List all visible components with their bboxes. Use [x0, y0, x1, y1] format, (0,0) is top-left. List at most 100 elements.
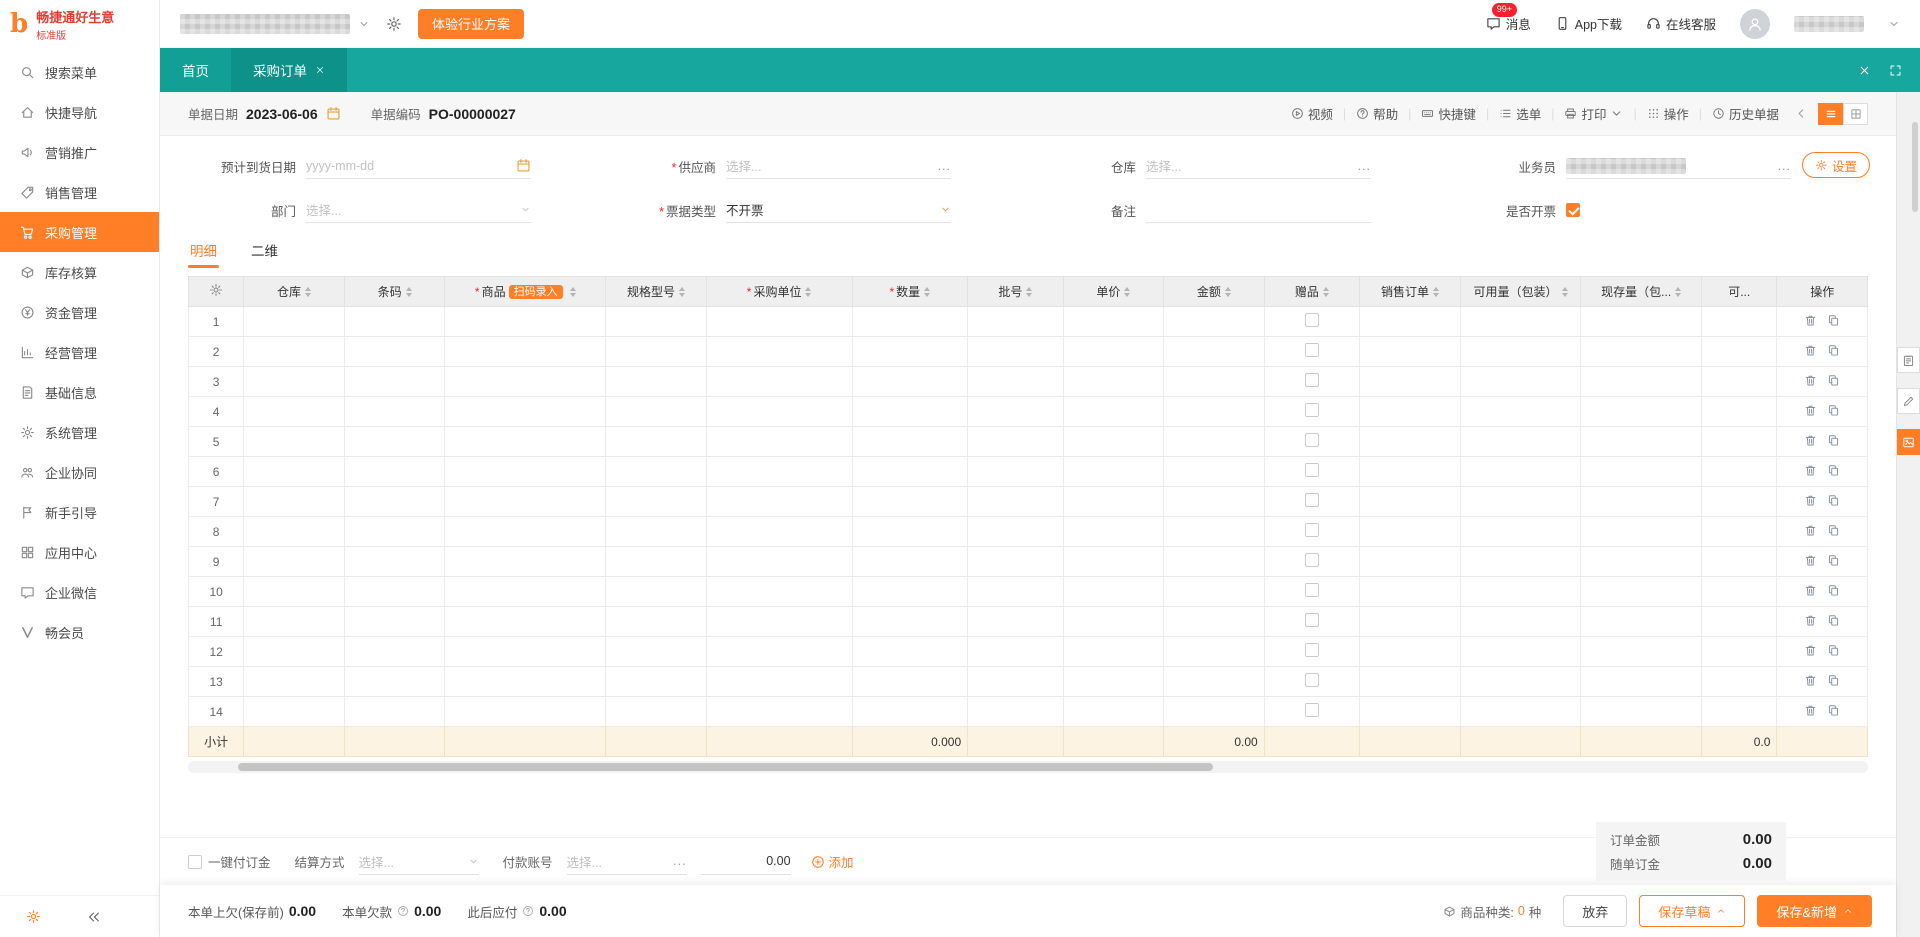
cell-amount[interactable] [1163, 636, 1265, 667]
cell-avail_cut[interactable] [1700, 576, 1778, 607]
delete-row-icon[interactable] [1804, 614, 1817, 627]
discard-button[interactable]: 放弃 [1563, 895, 1628, 927]
cell-barcode[interactable] [343, 516, 446, 547]
cell-warehouse[interactable] [243, 666, 345, 697]
cell-batch[interactable] [967, 396, 1064, 427]
rail-notes-button[interactable] [1897, 347, 1920, 373]
cell-price[interactable] [1062, 636, 1165, 667]
cell-sales_order[interactable] [1359, 366, 1461, 397]
cell-product[interactable] [444, 366, 607, 397]
chevron-down-icon[interactable] [1888, 18, 1900, 30]
cell-unit[interactable] [705, 456, 853, 487]
cell-qty[interactable] [851, 366, 969, 397]
cell-avail_pack[interactable] [1459, 636, 1582, 667]
save-draft-button[interactable]: 保存草稿 [1639, 895, 1746, 927]
cell-batch[interactable] [967, 516, 1064, 547]
delete-row-icon[interactable] [1804, 644, 1817, 657]
cell-stock_pack[interactable] [1580, 456, 1702, 487]
cell-price[interactable] [1062, 666, 1165, 697]
cell-spec[interactable] [605, 486, 707, 517]
cell-stock_pack[interactable] [1580, 666, 1702, 697]
close-all-tabs-icon[interactable] [1858, 64, 1871, 77]
scan-entry-button[interactable]: 扫码录入 [508, 284, 563, 299]
cell-qty[interactable] [851, 696, 969, 727]
cell-unit[interactable] [705, 636, 853, 667]
gift-checkbox[interactable] [1304, 343, 1319, 357]
rail-media-button[interactable] [1897, 429, 1920, 455]
cell-sales_order[interactable] [1359, 606, 1461, 637]
gift-checkbox[interactable] [1304, 373, 1319, 387]
delete-row-icon[interactable] [1804, 524, 1817, 537]
col-gift[interactable]: 赠品 [1263, 276, 1361, 307]
cell-barcode[interactable] [343, 456, 446, 487]
cell-stock_pack[interactable] [1580, 696, 1702, 727]
cell-stock_pack[interactable] [1580, 396, 1702, 427]
save-and-new-button[interactable]: 保存&新增 [1757, 895, 1872, 927]
supplier-select[interactable]: 选择... ... [726, 153, 951, 179]
company-selector-redacted[interactable] [180, 13, 350, 34]
tool-keyboard[interactable]: 快捷键 [1421, 104, 1476, 123]
cell-price[interactable] [1062, 516, 1165, 547]
col-product[interactable]: * 商品 扫码录入 [444, 276, 607, 307]
cell-batch[interactable] [967, 456, 1064, 487]
add-payment-button[interactable]: 添加 [811, 852, 854, 871]
cell-amount[interactable] [1163, 396, 1265, 427]
cell-warehouse[interactable] [243, 606, 345, 637]
delete-row-icon[interactable] [1804, 434, 1817, 447]
cell-qty[interactable] [851, 456, 969, 487]
cell-product[interactable] [444, 696, 607, 727]
cell-warehouse[interactable] [243, 516, 345, 547]
cell-spec[interactable] [605, 636, 707, 667]
delete-row-icon[interactable] [1804, 374, 1817, 387]
sort-icon[interactable] [924, 286, 931, 297]
cell-stock_pack[interactable] [1580, 576, 1702, 607]
cell-sales_order[interactable] [1359, 456, 1461, 487]
cell-warehouse[interactable] [243, 366, 345, 397]
gift-checkbox[interactable] [1304, 673, 1319, 687]
cell-unit[interactable] [705, 696, 853, 727]
cell-barcode[interactable] [343, 366, 446, 397]
sidebar-item-yen[interactable]: 资金管理 [0, 292, 159, 332]
delete-row-icon[interactable] [1804, 464, 1817, 477]
cell-amount[interactable] [1163, 576, 1265, 607]
col-barcode[interactable]: 条码 [343, 276, 446, 307]
gift-checkbox[interactable] [1304, 463, 1319, 477]
warehouse-select[interactable]: 选择... ... [1146, 153, 1371, 179]
chevron-down-icon[interactable] [940, 204, 951, 215]
cell-stock_pack[interactable] [1580, 366, 1702, 397]
cell-price[interactable] [1062, 696, 1165, 727]
cell-avail_cut[interactable] [1700, 666, 1778, 697]
cell-avail_pack[interactable] [1459, 576, 1582, 607]
cell-avail_pack[interactable] [1459, 306, 1582, 337]
cell-spec[interactable] [605, 306, 707, 337]
cell-qty[interactable] [851, 396, 969, 427]
cell-batch[interactable] [967, 636, 1064, 667]
chevron-down-icon[interactable] [520, 204, 531, 215]
cell-stock_pack[interactable] [1580, 546, 1702, 577]
sort-icon[interactable] [1026, 286, 1033, 297]
col-sales_order[interactable]: 销售订单 [1359, 276, 1461, 307]
cell-sales_order[interactable] [1359, 486, 1461, 517]
close-tab-icon[interactable] [315, 65, 325, 75]
cell-unit[interactable] [705, 306, 853, 337]
cell-sales_order[interactable] [1359, 396, 1461, 427]
cell-amount[interactable] [1163, 696, 1265, 727]
settle-method-select[interactable]: 选择... [358, 849, 479, 875]
cell-spec[interactable] [605, 516, 707, 547]
cell-avail_pack[interactable] [1459, 696, 1582, 727]
sidebar-item-vmark[interactable]: 畅会员 [0, 612, 159, 652]
delete-row-icon[interactable] [1804, 554, 1817, 567]
gift-checkbox[interactable] [1304, 433, 1319, 447]
delete-row-icon[interactable] [1804, 584, 1817, 597]
grid-view-button[interactable] [1843, 102, 1868, 125]
workspace-gear-icon[interactable] [386, 16, 402, 32]
sidebar-item-grid[interactable]: 应用中心 [0, 532, 159, 572]
sidebar-item-chat[interactable]: 企业微信 [0, 572, 159, 612]
cell-batch[interactable] [967, 576, 1064, 607]
tool-question[interactable]: 帮助 [1356, 104, 1398, 123]
cell-amount[interactable] [1163, 426, 1265, 457]
cell-sales_order[interactable] [1359, 546, 1461, 577]
cell-product[interactable] [444, 606, 607, 637]
cell-product[interactable] [444, 456, 607, 487]
cell-amount[interactable] [1163, 306, 1265, 337]
